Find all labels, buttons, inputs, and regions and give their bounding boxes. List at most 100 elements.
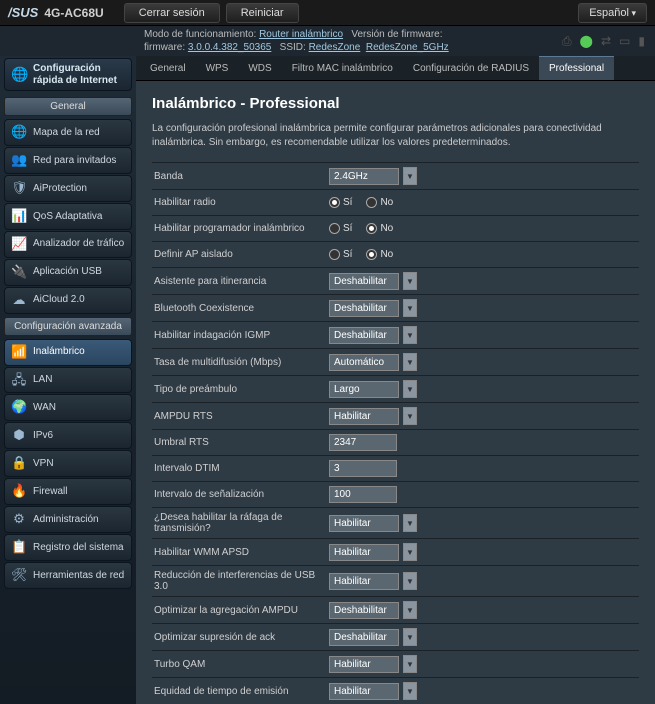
text-input[interactable] [329, 434, 397, 451]
select-value[interactable]: Habilitar [329, 573, 399, 590]
select-value[interactable]: Largo [329, 381, 399, 398]
radio-yes[interactable]: Sí [329, 249, 352, 260]
nav-icon: 🔌 [11, 265, 27, 280]
dropdown-arrow-icon[interactable]: ▼ [403, 380, 417, 398]
status-icons: ⎙ ⬤ ⇄ ▭ ▮ [562, 34, 645, 49]
sidebar-item-advanced-0[interactable]: 📶Inalámbrico [4, 339, 132, 366]
logout-button[interactable]: Cerrar sesión [124, 3, 220, 23]
status-bar: Modo de funcionamiento: Router inalámbri… [0, 26, 655, 56]
sidebar-item-general-6[interactable]: ☁AiCloud 2.0 [4, 287, 132, 314]
tab-4[interactable]: Configuración de RADIUS [403, 56, 539, 80]
radio-yes[interactable]: Sí [329, 223, 352, 234]
text-input[interactable] [329, 486, 397, 503]
nav-icon: 🛡 [11, 181, 27, 196]
sidebar-item-general-3[interactable]: 📊QoS Adaptativa [4, 203, 132, 230]
dropdown-arrow-icon[interactable]: ▼ [403, 299, 417, 317]
dropdown-arrow-icon[interactable]: ▼ [403, 628, 417, 646]
sidebar-item-general-2[interactable]: 🛡AiProtection [4, 175, 132, 202]
tab-2[interactable]: WDS [238, 56, 281, 80]
field-control: Habilitar▼ [329, 655, 637, 673]
sidebar-item-advanced-7[interactable]: 📋Registro del sistema [4, 534, 132, 561]
form-row-6: Habilitar indagación IGMPDeshabilitar▼ [152, 321, 639, 348]
tab-bar: GeneralWPSWDSFiltro MAC inalámbricoConfi… [136, 56, 655, 81]
select-value[interactable]: Automático [329, 354, 399, 371]
sidebar-item-advanced-8[interactable]: 🛠 Herramientas de red [4, 562, 132, 589]
field-label: Reducción de interferencias de USB 3.0 [154, 570, 329, 592]
dropdown-arrow-icon[interactable]: ▼ [403, 353, 417, 371]
field-label: Habilitar programador inalámbrico [154, 223, 329, 234]
sim-icon[interactable]: ▭ [619, 34, 630, 49]
sidebar-item-advanced-2[interactable]: 🌍WAN [4, 394, 132, 421]
field-label: Optimizar la agregación AMPDU [154, 605, 329, 616]
quick-setup-button[interactable]: 🌐 Configuración rápida de Internet [4, 58, 132, 91]
tab-0[interactable]: General [140, 56, 196, 80]
field-label: Umbral RTS [154, 437, 329, 448]
sidebar-item-general-4[interactable]: 📈Analizador de tráfico [4, 231, 132, 258]
field-control [329, 434, 637, 451]
dropdown-arrow-icon[interactable]: ▼ [403, 326, 417, 344]
sidebar-item-advanced-5[interactable]: 🔥Firewall [4, 478, 132, 505]
dropdown-arrow-icon[interactable]: ▼ [403, 514, 417, 532]
radio-yes[interactable]: Sí [329, 197, 352, 208]
select-value[interactable]: Deshabilitar [329, 327, 399, 344]
nav-icon: 📋 [11, 540, 27, 555]
form-row-5: Bluetooth CoexistenceDeshabilitar▼ [152, 294, 639, 321]
text-input[interactable] [329, 460, 397, 477]
sidebar-item-advanced-4[interactable]: 🔒VPN [4, 450, 132, 477]
nav-icon: 🛠 [11, 568, 27, 583]
reboot-button[interactable]: Reiniciar [226, 3, 299, 23]
field-label: Intervalo DTIM [154, 463, 329, 474]
form-row-18: Turbo QAMHabilitar▼ [152, 650, 639, 677]
signal-icon[interactable]: ▮ [638, 34, 645, 49]
usb-icon[interactable]: ⎙ [562, 34, 572, 49]
field-control: Automático▼ [329, 353, 637, 371]
internet-icon[interactable]: ⬤ [580, 34, 593, 49]
ssid2-link[interactable]: RedesZone_5GHz [366, 42, 449, 53]
dropdown-arrow-icon[interactable]: ▼ [403, 601, 417, 619]
radio-no[interactable]: No [366, 197, 393, 208]
nav-label: VPN [33, 458, 54, 470]
sidebar-item-general-5[interactable]: 🔌Aplicación USB [4, 259, 132, 286]
select-value[interactable]: Deshabilitar [329, 300, 399, 317]
nav-icon: ⚙ [11, 512, 27, 527]
dropdown-arrow-icon[interactable]: ▼ [403, 272, 417, 290]
select-value[interactable]: Habilitar [329, 515, 399, 532]
form-row-13: ¿Desea habilitar la ráfaga de transmisió… [152, 507, 639, 538]
select-value[interactable]: Habilitar [329, 544, 399, 561]
sidebar-item-general-1[interactable]: 👥Red para invitados [4, 147, 132, 174]
select-value[interactable]: 2.4GHz [329, 168, 399, 185]
firmware-link[interactable]: 3.0.0.4.382_50365 [188, 42, 271, 53]
nav-label: Herramientas de red [33, 570, 124, 582]
fw-label2: firmware: [144, 42, 188, 53]
radio-no[interactable]: No [366, 223, 393, 234]
select-value[interactable]: Habilitar [329, 656, 399, 673]
sidebar-item-general-0[interactable]: 🌐Mapa de la red [4, 119, 132, 146]
sidebar-item-advanced-6[interactable]: ⚙Administración [4, 506, 132, 533]
nav-icon: ⬢ [11, 428, 27, 443]
dropdown-arrow-icon[interactable]: ▼ [403, 682, 417, 700]
select-value[interactable]: Habilitar [329, 683, 399, 700]
sidebar-item-advanced-3[interactable]: ⬢IPv6 [4, 422, 132, 449]
select-value[interactable]: Deshabilitar [329, 602, 399, 619]
field-control: Deshabilitar▼ [329, 326, 637, 344]
language-selector[interactable]: Español [578, 3, 647, 23]
dropdown-arrow-icon[interactable]: ▼ [403, 655, 417, 673]
ssid1-link[interactable]: RedesZone [309, 42, 361, 53]
select-value[interactable]: Deshabilitar [329, 273, 399, 290]
mode-link[interactable]: Router inalámbrico [259, 29, 343, 40]
tab-3[interactable]: Filtro MAC inalámbrico [282, 56, 403, 80]
sidebar-item-advanced-1[interactable]: 🖧LAN [4, 367, 132, 394]
dropdown-arrow-icon[interactable]: ▼ [403, 407, 417, 425]
nav-label: Inalámbrico [33, 346, 85, 358]
form-row-16: Optimizar la agregación AMPDUDeshabilita… [152, 596, 639, 623]
link-icon[interactable]: ⇄ [601, 34, 611, 49]
tab-1[interactable]: WPS [196, 56, 239, 80]
tab-5[interactable]: Professional [539, 56, 614, 80]
select-value[interactable]: Deshabilitar [329, 629, 399, 646]
dropdown-arrow-icon[interactable]: ▼ [403, 543, 417, 561]
dropdown-arrow-icon[interactable]: ▼ [403, 167, 417, 185]
select-value[interactable]: Habilitar [329, 408, 399, 425]
field-label: Habilitar radio [154, 197, 329, 208]
radio-no[interactable]: No [366, 249, 393, 260]
dropdown-arrow-icon[interactable]: ▼ [403, 572, 417, 590]
